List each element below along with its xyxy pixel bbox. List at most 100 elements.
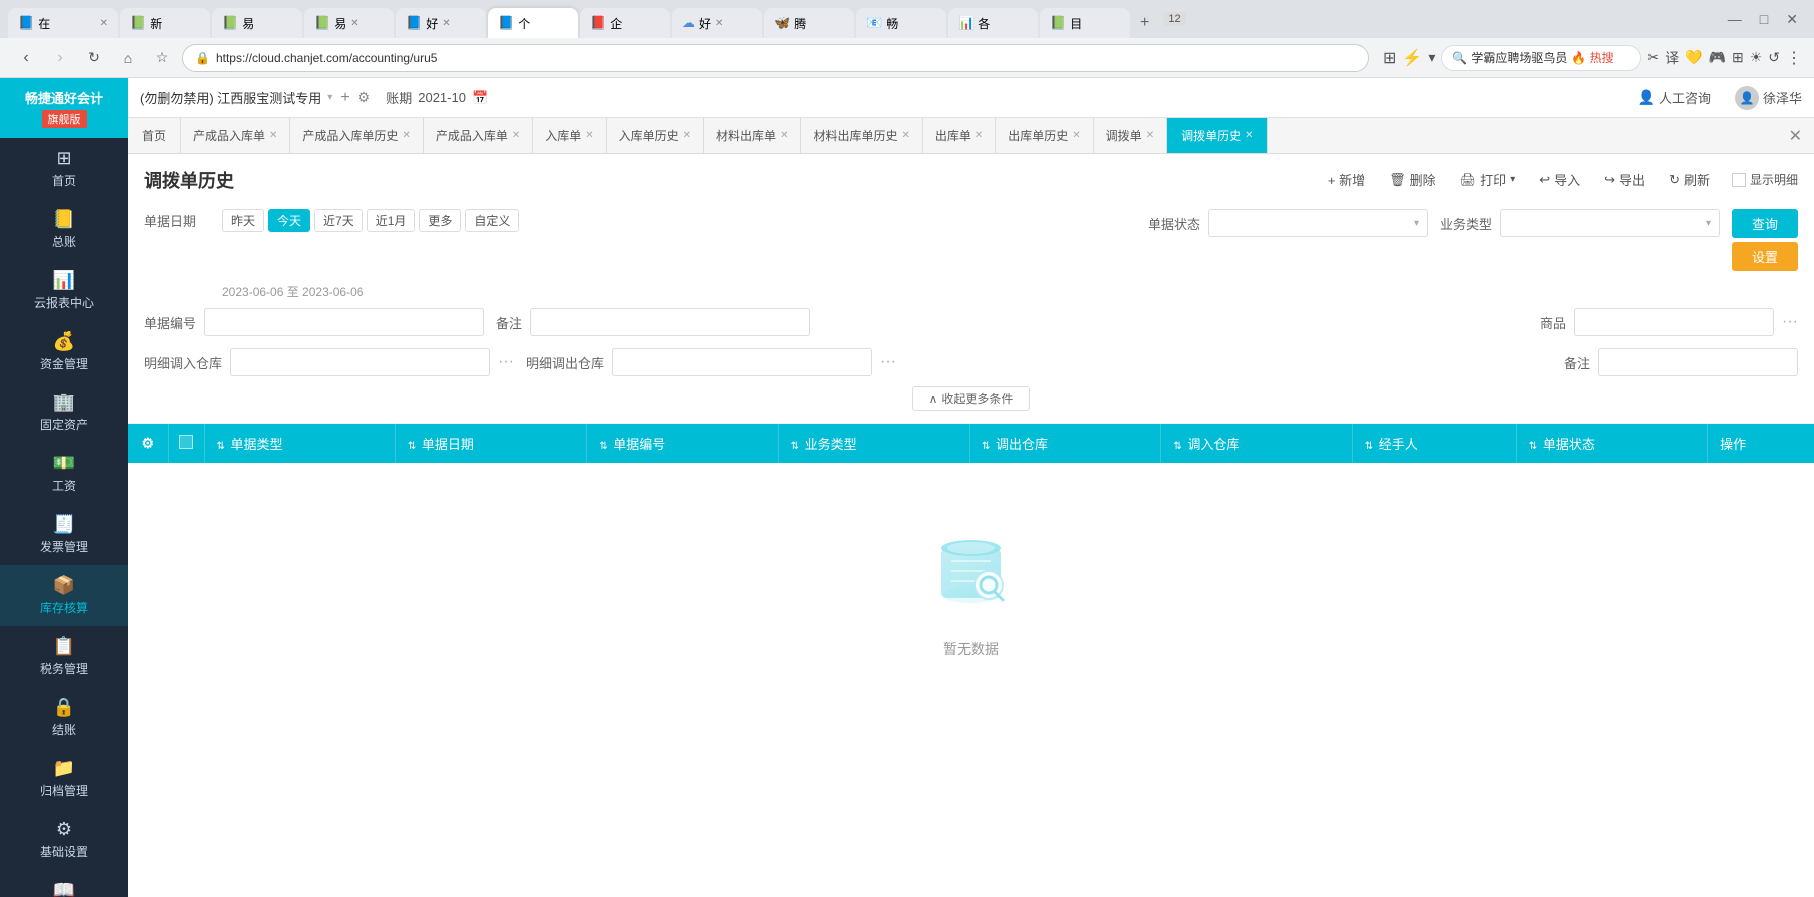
close-tab-product-in-history[interactable]: ✕: [402, 130, 410, 141]
sidebar-item-wages[interactable]: 💵 工资: [0, 443, 128, 504]
biz-type-select[interactable]: ▾: [1500, 209, 1720, 237]
sidebar-item-closing[interactable]: 🔒 结账: [0, 687, 128, 748]
close-sidebar-btn[interactable]: ✕: [1777, 126, 1814, 146]
forward-btn[interactable]: ›: [46, 44, 74, 72]
th-biz-type[interactable]: ⇅ 业务类型: [778, 424, 969, 463]
sidebar-item-guide[interactable]: 📖 新手引导: [0, 870, 128, 897]
th-doc-date[interactable]: ⇅ 单据日期: [395, 424, 586, 463]
address-bar[interactable]: 🔒 https://cloud.chanjet.com/accounting/u…: [182, 44, 1369, 72]
more-icon[interactable]: ⋮: [1786, 48, 1802, 68]
game-icon[interactable]: 🎮: [1709, 49, 1726, 66]
browser-tab-12[interactable]: 📗 目: [1040, 8, 1130, 38]
th-handler[interactable]: ⇅ 经手人: [1352, 424, 1516, 463]
page-tab-out[interactable]: 出库单 ✕: [923, 118, 996, 154]
sidebar-item-inventory[interactable]: 📦 库存核算: [0, 565, 128, 626]
detail-out-more-icon[interactable]: ···: [880, 353, 896, 371]
search-bar[interactable]: 🔍 学霸应聘场驱鸟员 🔥 热搜: [1441, 45, 1641, 71]
browser-tab-9[interactable]: 🦋 腾: [764, 8, 854, 38]
sidebar-item-archive[interactable]: 📁 归档管理: [0, 748, 128, 809]
close-tab-product-in[interactable]: ✕: [269, 130, 277, 141]
page-tab-stock-in-history[interactable]: 入库单历史 ✕: [607, 118, 704, 154]
th-doc-type[interactable]: ⇅ 单据类型: [204, 424, 395, 463]
sidebar-item-capital[interactable]: 💰 资金管理: [0, 321, 128, 382]
undo-icon[interactable]: ↺: [1768, 49, 1780, 66]
th-transfer-out[interactable]: ⇅ 调出仓库: [970, 424, 1161, 463]
browser-tab-7[interactable]: 📕 企: [580, 8, 670, 38]
bookmark-btn[interactable]: ☆: [148, 44, 176, 72]
export-btn[interactable]: ↪ 导出: [1594, 166, 1655, 193]
new-tab-btn[interactable]: +: [1132, 8, 1157, 38]
date-btn-1month[interactable]: 近1月: [367, 209, 416, 232]
date-btn-7days[interactable]: 近7天: [314, 209, 363, 232]
page-tab-out-history[interactable]: 出库单历史 ✕: [996, 118, 1093, 154]
grid-icon[interactable]: ⊞: [1383, 48, 1396, 68]
close-tab-stock-in[interactable]: ✕: [585, 130, 593, 141]
page-tab-material-out[interactable]: 材料出库单 ✕: [704, 118, 801, 154]
browser-tab[interactable]: 📘 在 ✕: [8, 8, 118, 38]
tab-close-4[interactable]: ✕: [350, 18, 358, 29]
back-btn[interactable]: ‹: [12, 44, 40, 72]
page-tab-product-in[interactable]: 产成品入库单 ✕: [181, 118, 290, 154]
close-tab-transfer[interactable]: ✕: [1146, 130, 1154, 141]
appearance-icon[interactable]: ☀: [1750, 49, 1763, 66]
filter-settings-btn[interactable]: 设置: [1732, 242, 1798, 271]
detail-in-more-icon[interactable]: ···: [498, 353, 514, 371]
checkbox[interactable]: [1732, 173, 1746, 187]
page-tab-home[interactable]: 首页: [128, 118, 181, 154]
close-tab-stock-in-history[interactable]: ✕: [683, 130, 691, 141]
browser-tab-4[interactable]: 📗 易 ✕: [304, 8, 394, 38]
th-gear[interactable]: ⚙: [128, 424, 168, 463]
goods-more-icon[interactable]: ···: [1782, 313, 1798, 331]
page-tab-product-in2[interactable]: 产成品入库单 ✕: [424, 118, 533, 154]
browser-tab-5[interactable]: 📘 好 ✕: [396, 8, 486, 38]
close-tab-material-out-history[interactable]: ✕: [901, 130, 909, 141]
delete-btn[interactable]: 🗑 删除: [1379, 166, 1446, 193]
close-tab-out-history[interactable]: ✕: [1072, 130, 1080, 141]
filter-remark-input[interactable]: [1598, 348, 1798, 376]
close-tab-material-out[interactable]: ✕: [780, 130, 788, 141]
status-select[interactable]: ▾: [1208, 209, 1428, 237]
th-transfer-in[interactable]: ⇅ 调入仓库: [1161, 424, 1352, 463]
sidebar-item-settings[interactable]: ⚙ 基础设置: [0, 809, 128, 870]
collapse-btn[interactable]: ∧ 收起更多条件: [912, 386, 1031, 411]
table-gear-icon[interactable]: ⚙: [141, 435, 154, 451]
translate-icon[interactable]: 译: [1665, 48, 1679, 68]
add-company-btn[interactable]: +: [340, 89, 349, 107]
doc-number-input[interactable]: [204, 308, 484, 336]
print-btn[interactable]: 🖨 打印 ▾: [1450, 166, 1526, 193]
detail-out-warehouse-input[interactable]: [612, 348, 872, 376]
wallet-icon[interactable]: 💛: [1685, 49, 1702, 66]
sidebar-item-ledger[interactable]: 📒 总账: [0, 199, 128, 260]
date-btn-more[interactable]: 更多: [419, 209, 461, 232]
home-nav-btn[interactable]: ⌂: [114, 44, 142, 72]
goods-input[interactable]: [1574, 308, 1774, 336]
table-checkbox[interactable]: [179, 435, 193, 449]
browser-tab-10[interactable]: 📧 畅: [856, 8, 946, 38]
maximize-btn[interactable]: □: [1752, 11, 1776, 27]
scissors-icon[interactable]: ✂: [1647, 49, 1659, 66]
user-profile[interactable]: 👤 徐泽华: [1735, 86, 1802, 110]
lightning-icon[interactable]: ⚡: [1402, 48, 1422, 68]
page-tab-material-out-history[interactable]: 材料出库单历史 ✕: [801, 118, 922, 154]
th-doc-number[interactable]: ⇅ 单据编号: [587, 424, 778, 463]
apps-icon[interactable]: ⊞: [1732, 49, 1744, 66]
close-btn[interactable]: ✕: [1778, 11, 1806, 28]
th-doc-status[interactable]: ⇅ 单据状态: [1516, 424, 1707, 463]
th-checkbox[interactable]: [168, 424, 204, 463]
page-tab-transfer[interactable]: 调拨单 ✕: [1094, 118, 1167, 154]
refresh-btn[interactable]: ↻ 刷新: [1659, 166, 1720, 193]
sidebar-item-report[interactable]: 📊 云报表中心: [0, 260, 128, 321]
browser-tab-2[interactable]: 📗 新: [120, 8, 210, 38]
tab-close-icon[interactable]: ✕: [100, 18, 108, 29]
close-tab-product-in2[interactable]: ✕: [512, 130, 520, 141]
remark-input[interactable]: [530, 308, 810, 336]
new-btn[interactable]: + 新增: [1318, 166, 1375, 193]
date-btn-yesterday[interactable]: 昨天: [222, 209, 264, 232]
browser-tab-3[interactable]: 📗 易: [212, 8, 302, 38]
query-btn[interactable]: 查询: [1732, 209, 1798, 238]
refresh-nav-btn[interactable]: ↻: [80, 44, 108, 72]
sidebar-item-home[interactable]: ⊞ 首页: [0, 138, 128, 199]
minimize-btn[interactable]: —: [1720, 11, 1750, 27]
sidebar-item-invoice[interactable]: 🧾 发票管理: [0, 504, 128, 565]
user-service[interactable]: 👤 人工咨询: [1638, 88, 1711, 107]
